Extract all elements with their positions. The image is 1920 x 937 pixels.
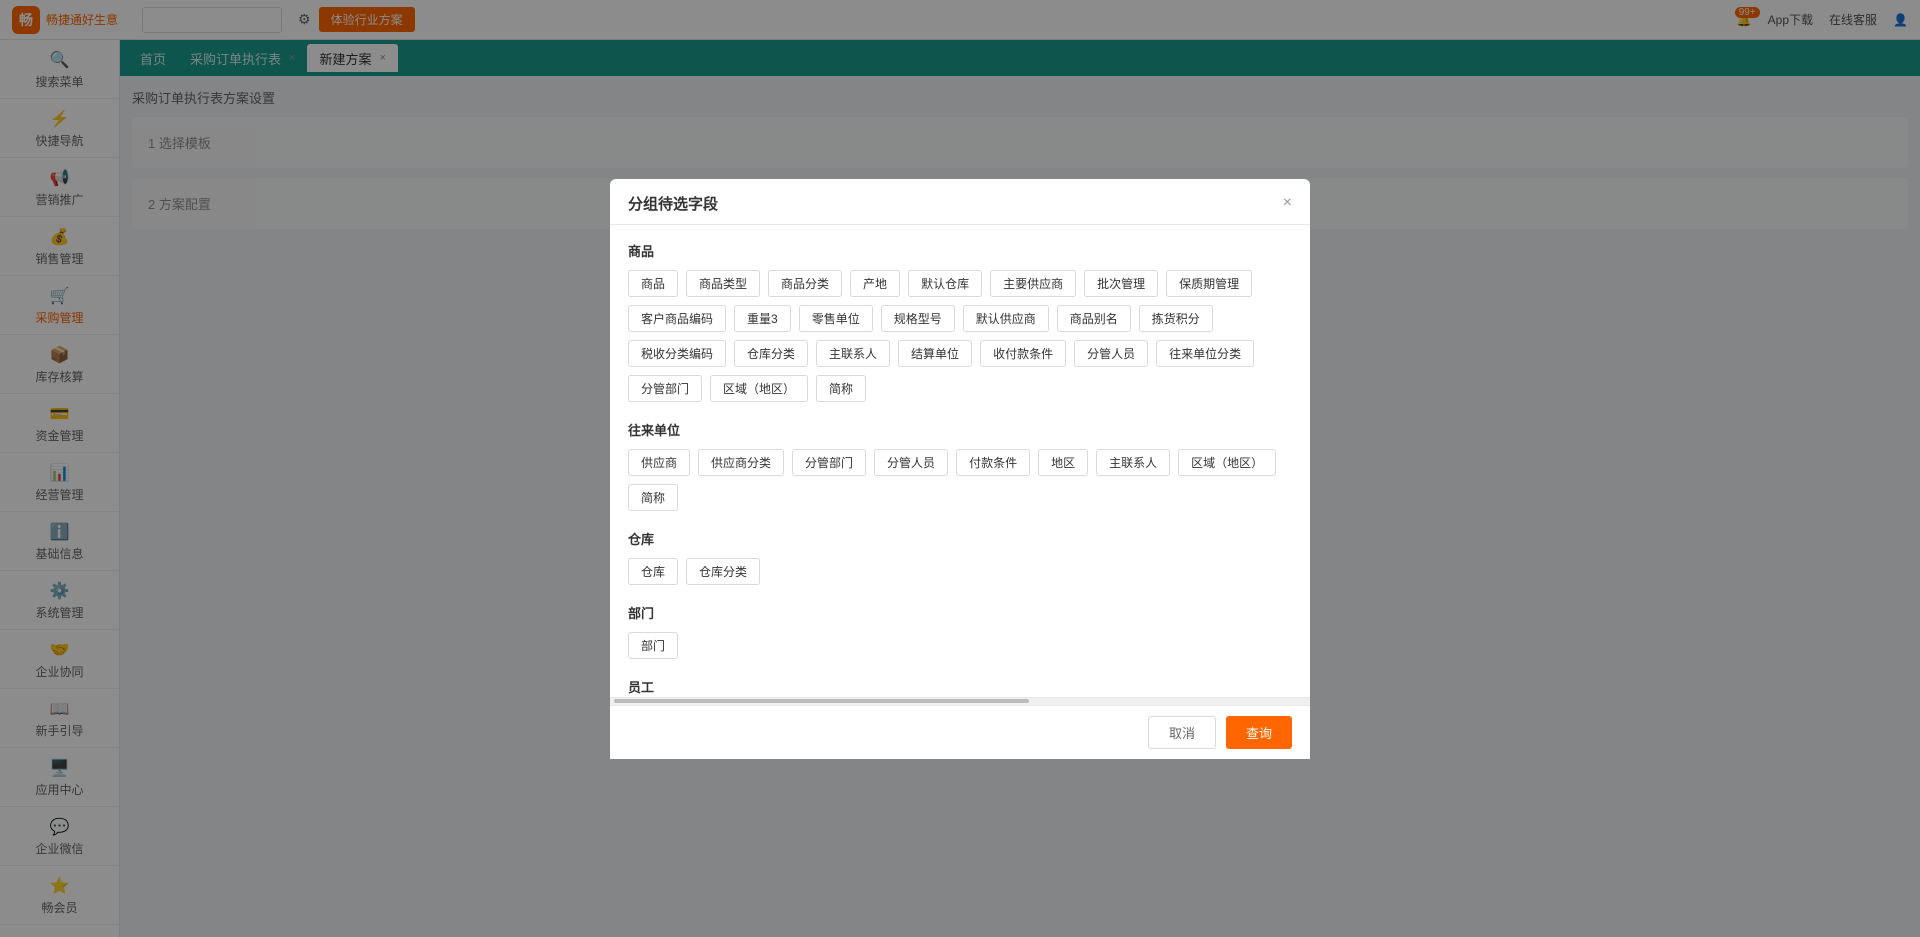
- modal-body: 商品 商品 商品类型 商品分类 产地 默认仓库 主要供应商 批次管理 保质期管理…: [610, 225, 1310, 697]
- field-tag[interactable]: 付款条件: [956, 449, 1030, 476]
- field-tag[interactable]: 供应商分类: [698, 449, 784, 476]
- field-tag[interactable]: 仓库: [628, 558, 678, 585]
- field-tag[interactable]: 客户商品编码: [628, 305, 726, 332]
- field-tag[interactable]: 仓库分类: [686, 558, 760, 585]
- section-employee-title: 员工: [628, 677, 1292, 696]
- section-counterpart-title: 往来单位: [628, 420, 1292, 439]
- field-tag[interactable]: 简称: [628, 484, 678, 511]
- confirm-button[interactable]: 查询: [1226, 716, 1292, 749]
- modal-footer: 取消 查询: [610, 705, 1310, 759]
- field-tag[interactable]: 主要供应商: [990, 270, 1076, 297]
- field-tag[interactable]: 商品别名: [1057, 305, 1131, 332]
- section-counterpart: 往来单位 供应商 供应商分类 分管部门 分管人员 付款条件 地区 主联系人 区域…: [628, 420, 1292, 511]
- section-counterpart-tags: 供应商 供应商分类 分管部门 分管人员 付款条件 地区 主联系人 区域（地区） …: [628, 449, 1292, 511]
- field-tag[interactable]: 地区: [1038, 449, 1088, 476]
- field-tag[interactable]: 区域（地区）: [710, 375, 808, 402]
- field-tag[interactable]: 区域（地区）: [1178, 449, 1276, 476]
- field-tag[interactable]: 仓库分类: [734, 340, 808, 367]
- field-tag[interactable]: 批次管理: [1084, 270, 1158, 297]
- section-warehouse: 仓库 仓库 仓库分类: [628, 529, 1292, 585]
- section-department-title: 部门: [628, 603, 1292, 622]
- field-tag[interactable]: 收付款条件: [980, 340, 1066, 367]
- modal-header: 分组待选字段 ×: [610, 179, 1310, 225]
- field-tag[interactable]: 分管人员: [1074, 340, 1148, 367]
- field-tag[interactable]: 往来单位分类: [1156, 340, 1254, 367]
- section-product-tags: 商品 商品类型 商品分类 产地 默认仓库 主要供应商 批次管理 保质期管理 客户…: [628, 270, 1292, 402]
- field-tag[interactable]: 供应商: [628, 449, 690, 476]
- modal-close-button[interactable]: ×: [1283, 194, 1292, 212]
- section-product: 商品 商品 商品类型 商品分类 产地 默认仓库 主要供应商 批次管理 保质期管理…: [628, 241, 1292, 402]
- field-tag[interactable]: 产地: [850, 270, 900, 297]
- field-tag[interactable]: 结算单位: [898, 340, 972, 367]
- field-tag[interactable]: 拣货积分: [1139, 305, 1213, 332]
- field-tag[interactable]: 重量3: [734, 305, 791, 332]
- modal-overlay: 分组待选字段 × 商品 商品 商品类型 商品分类 产地 默认仓库 主要供应商 批…: [0, 0, 1920, 937]
- section-employee: 员工 业务员: [628, 677, 1292, 697]
- field-tag[interactable]: 分管人员: [874, 449, 948, 476]
- field-tag[interactable]: 部门: [628, 632, 678, 659]
- field-tag[interactable]: 主联系人: [1096, 449, 1170, 476]
- cancel-button[interactable]: 取消: [1148, 716, 1216, 749]
- modal-title: 分组待选字段: [628, 193, 718, 214]
- field-tag[interactable]: 商品类型: [686, 270, 760, 297]
- modal-horizontal-scrollbar[interactable]: [610, 697, 1310, 705]
- section-department-tags: 部门: [628, 632, 1292, 659]
- section-product-title: 商品: [628, 241, 1292, 260]
- field-tag[interactable]: 税收分类编码: [628, 340, 726, 367]
- field-tag[interactable]: 简称: [816, 375, 866, 402]
- section-department: 部门 部门: [628, 603, 1292, 659]
- field-tag[interactable]: 商品: [628, 270, 678, 297]
- field-tag[interactable]: 商品分类: [768, 270, 842, 297]
- field-tag[interactable]: 保质期管理: [1166, 270, 1252, 297]
- field-select-modal: 分组待选字段 × 商品 商品 商品类型 商品分类 产地 默认仓库 主要供应商 批…: [610, 179, 1310, 759]
- section-warehouse-tags: 仓库 仓库分类: [628, 558, 1292, 585]
- section-warehouse-title: 仓库: [628, 529, 1292, 548]
- field-tag[interactable]: 默认仓库: [908, 270, 982, 297]
- field-tag[interactable]: 分管部门: [792, 449, 866, 476]
- field-tag[interactable]: 分管部门: [628, 375, 702, 402]
- field-tag[interactable]: 零售单位: [799, 305, 873, 332]
- field-tag[interactable]: 默认供应商: [963, 305, 1049, 332]
- field-tag[interactable]: 主联系人: [816, 340, 890, 367]
- field-tag[interactable]: 规格型号: [881, 305, 955, 332]
